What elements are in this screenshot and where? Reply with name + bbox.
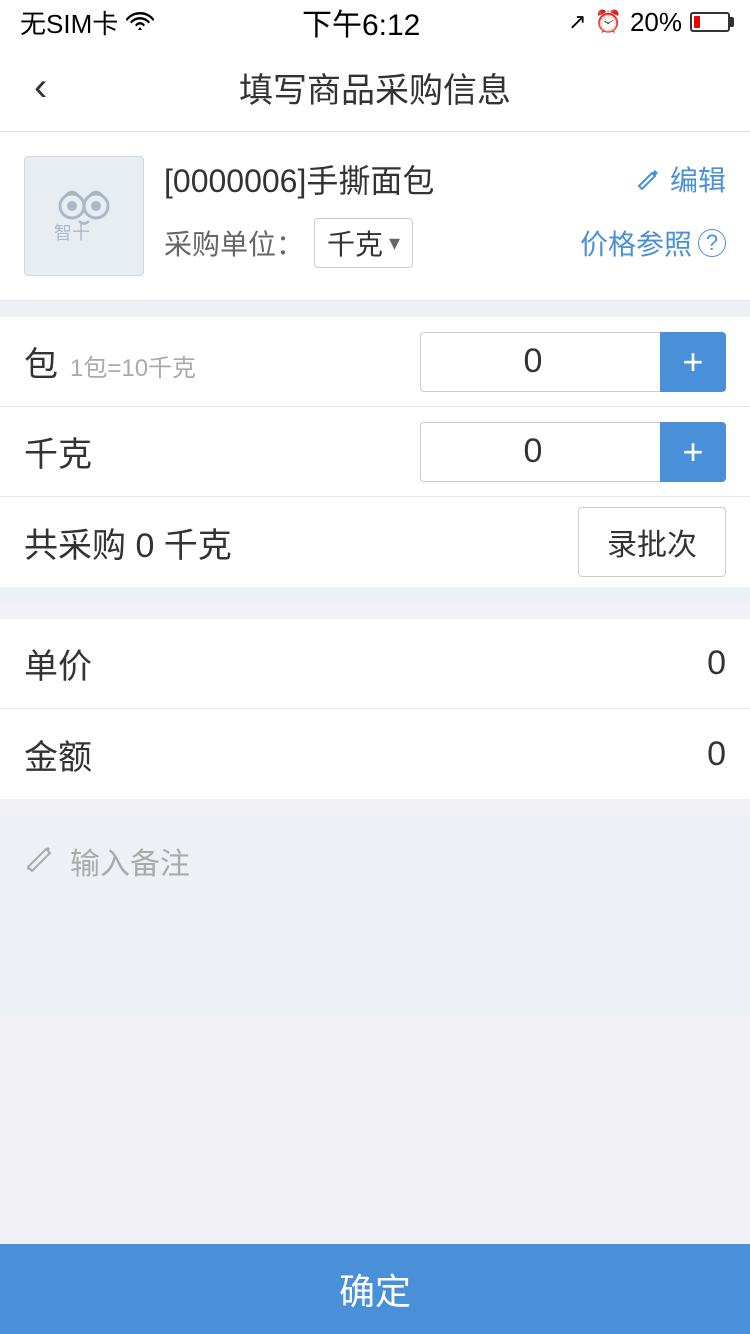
edit-button[interactable]: 编辑 — [636, 159, 726, 199]
battery-percent: 20% — [630, 7, 682, 38]
pack-quantity-input[interactable] — [420, 332, 660, 392]
kg-label: 千克 — [24, 427, 92, 476]
product-info: [0000006]手撕面包 编辑 采购单位： 千克 ▾ 价格参照 ? — [164, 156, 726, 268]
pack-label-group: 包 1包=10千克 — [24, 337, 196, 386]
status-bar: 无SIM卡 下午6:12 ↗ ⏰ 20% — [0, 0, 750, 44]
summary-row: 共采购 0 千克 录批次 — [0, 497, 750, 587]
product-card: 智十 [0000006]手撕面包 编辑 采购单位： 千克 ▾ — [0, 132, 750, 301]
unit-row: 采购单位： 千克 ▾ 价格参照 ? — [164, 218, 726, 268]
record-batch-button[interactable]: 录批次 — [578, 507, 726, 577]
kg-input-row: 千克 + — [0, 407, 750, 497]
price-ref-label: 价格参照 — [580, 223, 692, 263]
kg-plus-button[interactable]: + — [660, 422, 726, 482]
product-image: 智十 — [24, 156, 144, 276]
status-right: ↗ ⏰ 20% — [568, 7, 730, 38]
confirm-button-label: 确定 — [339, 1263, 411, 1315]
edit-label: 编辑 — [670, 159, 726, 199]
product-id: [0000006] — [164, 163, 306, 199]
unit-value: 千克 — [327, 223, 383, 263]
svg-text:智十: 智十 — [54, 223, 90, 243]
amount-row: 金额 0 — [0, 709, 750, 799]
product-name: [0000006]手撕面包 — [164, 156, 434, 202]
product-logo: 智十 — [44, 171, 124, 260]
pack-input-row: 包 1包=10千克 + — [0, 317, 750, 407]
product-name-row: [0000006]手撕面包 编辑 — [164, 156, 726, 202]
pack-label: 包 — [24, 337, 58, 386]
pencil-icon — [24, 843, 54, 880]
location-icon: ↗ — [568, 9, 586, 35]
pack-plus-button[interactable]: + — [660, 332, 726, 392]
unit-label: 采购单位： — [164, 223, 304, 263]
kg-label-group: 千克 — [24, 427, 92, 476]
unit-price-row: 单价 0 — [0, 619, 750, 709]
unit-dropdown[interactable]: 千克 ▾ — [314, 218, 413, 268]
kg-quantity-input[interactable] — [420, 422, 660, 482]
nav-bar: ‹ 填写商品采购信息 — [0, 44, 750, 132]
help-icon: ? — [698, 229, 726, 257]
wifi-icon — [126, 7, 154, 38]
dropdown-arrow-icon: ▾ — [389, 230, 400, 256]
section-separator-2 — [0, 587, 750, 603]
summary-text: 共采购 0 千克 — [24, 518, 232, 567]
confirm-button[interactable]: 确定 — [0, 1244, 750, 1334]
page-title: 填写商品采购信息 — [239, 63, 511, 112]
unit-price-label: 单价 — [24, 639, 92, 688]
alarm-icon: ⏰ — [595, 9, 622, 35]
unit-select-group: 采购单位： 千克 ▾ — [164, 218, 413, 268]
battery-icon — [690, 12, 730, 32]
quantity-section: 包 1包=10千克 + 千克 + — [0, 317, 750, 497]
kg-input-group: + — [420, 422, 726, 482]
note-section[interactable]: 输入备注 — [0, 815, 750, 1015]
back-button[interactable]: ‹ — [24, 55, 57, 120]
amount-value: 0 — [707, 735, 726, 774]
price-reference-button[interactable]: 价格参照 ? — [580, 223, 726, 263]
price-section: 单价 0 金额 0 — [0, 619, 750, 799]
section-separator-1 — [0, 301, 750, 317]
status-time: 下午6:12 — [302, 0, 420, 44]
pack-sublabel: 1包=10千克 — [70, 348, 196, 383]
amount-label: 金额 — [24, 730, 92, 779]
pack-input-group: + — [420, 332, 726, 392]
unit-price-value: 0 — [707, 644, 726, 683]
note-placeholder-text: 输入备注 — [70, 839, 190, 883]
status-left: 无SIM卡 — [20, 4, 154, 41]
product-title: 手撕面包 — [306, 163, 434, 199]
carrier-text: 无SIM卡 — [20, 4, 118, 41]
